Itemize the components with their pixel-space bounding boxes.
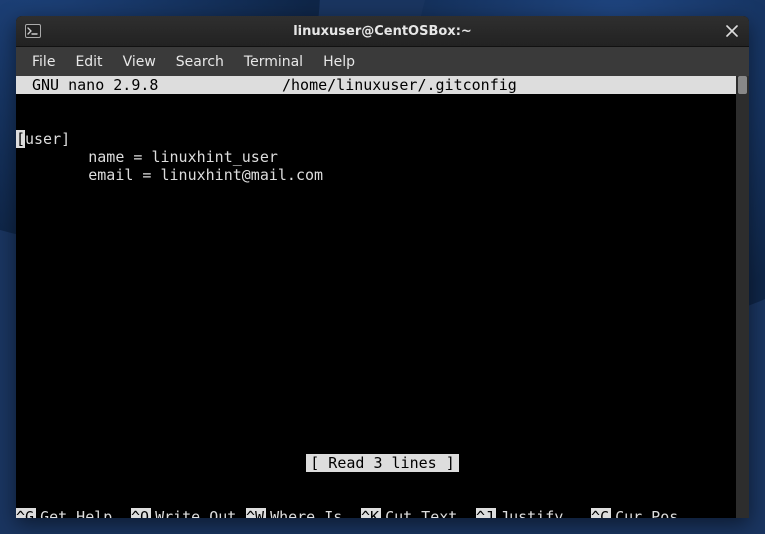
key-desc: Cut Text xyxy=(381,508,457,518)
window-title: linuxuser@CentOSBox:~ xyxy=(16,24,749,39)
terminal-area[interactable]: GNU nano 2.9.8 /home/linuxuser/.gitconfi… xyxy=(16,76,749,518)
shortcut-get-help: ^GGet Help xyxy=(16,508,131,518)
menubar: File Edit View Search Terminal Help xyxy=(16,47,749,78)
menu-search[interactable]: Search xyxy=(166,50,234,74)
editor-line xyxy=(16,112,749,130)
editor-text: email = linuxhint@mail.com xyxy=(16,166,323,184)
shortcut-cur-pos: ^CCur Pos xyxy=(591,508,706,518)
titlebar: linuxuser@CentOSBox:~ xyxy=(16,16,749,47)
key-desc: Where Is xyxy=(266,508,342,518)
cursor: [ xyxy=(16,130,25,148)
editor-text: user] xyxy=(25,130,70,148)
nano-version: GNU nano 2.9.8 xyxy=(16,76,282,94)
key-label: ^O xyxy=(131,508,151,518)
shortcut-cut-text: ^KCut Text xyxy=(361,508,476,518)
editor-line: name = linuxhint_user xyxy=(16,148,749,166)
key-desc: Get Help xyxy=(36,508,112,518)
close-button[interactable] xyxy=(721,20,743,42)
shortcut-where-is: ^WWhere Is xyxy=(246,508,361,518)
nano-file-path: /home/linuxuser/.gitconfig xyxy=(282,76,749,94)
nano-status-line: [ Read 3 lines ] xyxy=(16,454,749,472)
menu-help[interactable]: Help xyxy=(313,50,365,74)
key-label: ^W xyxy=(246,508,266,518)
key-label: ^C xyxy=(591,508,611,518)
terminal-icon xyxy=(24,22,42,40)
shortcut-justify: ^JJustify xyxy=(476,508,591,518)
editor-text: name = linuxhint_user xyxy=(16,148,278,166)
shortcut-row: ^GGet Help ^OWrite Out ^WWhere Is ^KCut … xyxy=(16,508,749,518)
menu-view[interactable]: View xyxy=(113,50,166,74)
key-desc: Cur Pos xyxy=(611,508,678,518)
key-label: ^G xyxy=(16,508,36,518)
nano-editor-body[interactable]: [user] name = linuxhint_user email = lin… xyxy=(16,94,749,454)
shortcut-write-out: ^OWrite Out xyxy=(131,508,246,518)
key-label: ^J xyxy=(476,508,496,518)
scrollbar[interactable] xyxy=(736,76,749,518)
menu-file[interactable]: File xyxy=(22,50,65,74)
menu-edit[interactable]: Edit xyxy=(65,50,112,74)
nano-shortcuts: ^GGet Help ^OWrite Out ^WWhere Is ^KCut … xyxy=(16,472,749,518)
key-desc: Justify xyxy=(496,508,563,518)
key-label: ^K xyxy=(361,508,381,518)
scrollbar-thumb[interactable] xyxy=(738,76,747,94)
menu-terminal[interactable]: Terminal xyxy=(234,50,313,74)
key-desc: Write Out xyxy=(151,508,236,518)
terminal-window: linuxuser@CentOSBox:~ File Edit View Sea… xyxy=(16,16,749,518)
editor-line: [user] xyxy=(16,130,749,148)
editor-line: email = linuxhint@mail.com xyxy=(16,166,749,184)
nano-status-text: [ Read 3 lines ] xyxy=(306,454,459,472)
nano-header: GNU nano 2.9.8 /home/linuxuser/.gitconfi… xyxy=(16,76,749,94)
